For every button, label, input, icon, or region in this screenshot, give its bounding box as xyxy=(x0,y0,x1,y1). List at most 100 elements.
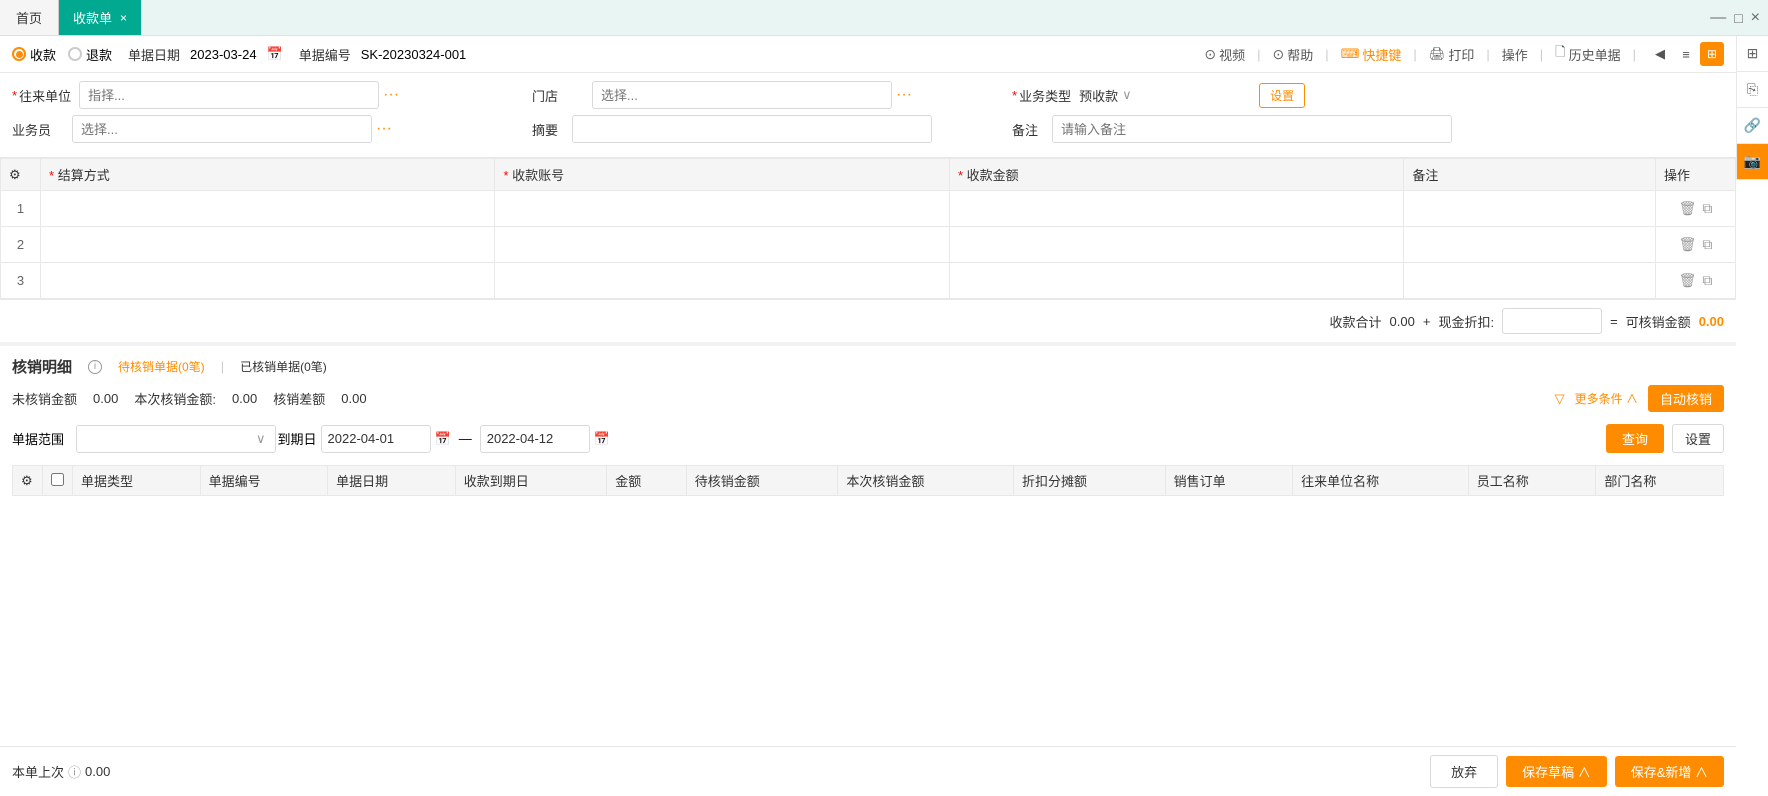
row-2-account[interactable] xyxy=(495,227,949,263)
business-type-select[interactable]: 预收款 ∨ xyxy=(1079,86,1239,105)
row-1-copy-icon[interactable]: ⧉ xyxy=(1702,200,1712,217)
receive-radio[interactable]: 收款 xyxy=(12,45,56,64)
tab-receipt[interactable]: 收款单 × xyxy=(59,0,141,35)
tab-close-icon[interactable]: × xyxy=(120,11,127,25)
counterpart-more-btn[interactable]: ··· xyxy=(383,86,399,104)
calendar-end-icon[interactable]: 📅 xyxy=(594,431,610,447)
summary-input[interactable] xyxy=(572,115,932,143)
salesperson-input[interactable] xyxy=(72,115,372,143)
verify-info-icon[interactable]: i xyxy=(88,360,102,374)
table-settings-icon[interactable]: ⚙ xyxy=(9,167,21,182)
window-close-btn[interactable]: × xyxy=(1751,9,1760,27)
row-1-amount[interactable] xyxy=(949,191,1403,227)
counterpart-input[interactable] xyxy=(79,81,379,109)
print-btn[interactable]: 🖨 打印 xyxy=(1429,45,1475,64)
operation-btn[interactable]: 操作 xyxy=(1502,45,1528,64)
date-range-separator: — xyxy=(459,431,472,446)
table-gear-icon[interactable]: ⚙ xyxy=(21,473,33,488)
settings-button[interactable]: 设置 xyxy=(1259,83,1305,108)
toolbar: 收款 退款 单据日期 2023-03-24 📅 单据编号 SK-20230324… xyxy=(0,36,1736,73)
calendar-start-icon[interactable]: 📅 xyxy=(435,431,451,447)
table-row: 1 🗑 ⧉ xyxy=(1,191,1736,227)
panel-camera-icon[interactable]: 📷 xyxy=(1737,144,1768,180)
business-type-label: 业务类型 xyxy=(1019,86,1079,105)
row-2-settlement[interactable] xyxy=(41,227,495,263)
save-draft-btn[interactable]: 保存草稿 ∧ xyxy=(1506,756,1607,787)
bill-date-field: 单据日期 2023-03-24 📅 xyxy=(128,45,283,64)
save-new-btn[interactable]: 保存&新增 ∧ xyxy=(1615,756,1724,787)
panel-table-icon[interactable]: ⊞ xyxy=(1737,36,1768,72)
panel-link-icon[interactable]: 🔗 xyxy=(1737,108,1768,144)
history-btn[interactable]: 🗋 历史单据 xyxy=(1555,43,1620,65)
shortcut-btn[interactable]: ⌨ 快捷键 xyxy=(1341,45,1402,64)
th-remark: 备注 xyxy=(1404,159,1656,191)
tab-home[interactable]: 首页 xyxy=(0,0,59,35)
remark-input[interactable] xyxy=(1052,115,1452,143)
discard-btn[interactable]: 放弃 xyxy=(1430,755,1498,788)
row-3-amount[interactable] xyxy=(949,263,1403,299)
help-btn[interactable]: ⊙ 帮助 xyxy=(1273,45,1314,64)
grid-icon[interactable]: ⊞ xyxy=(1700,42,1724,66)
panel-copy-icon[interactable]: ⎘ xyxy=(1737,72,1768,108)
pending-tab[interactable]: 待核销单据(0笔) xyxy=(114,356,209,377)
equals-sign: = xyxy=(1610,314,1618,329)
refund-radio[interactable]: 退款 xyxy=(68,45,112,64)
main-content: 收款 退款 单据日期 2023-03-24 📅 单据编号 SK-20230324… xyxy=(0,36,1768,796)
video-icon: ⊙ xyxy=(1204,46,1216,63)
query-btn[interactable]: 查询 xyxy=(1606,424,1664,453)
filter-icon: ▽ xyxy=(1555,391,1565,407)
completed-tab[interactable]: 已核销单据(0笔) xyxy=(236,356,331,377)
row-1-remark[interactable] xyxy=(1404,191,1656,227)
row-2-copy-icon[interactable]: ⧉ xyxy=(1702,236,1712,253)
history-icon: 🗋 xyxy=(1555,43,1565,65)
prev-icon[interactable]: ◀ xyxy=(1648,42,1672,66)
shortcut-label: 快捷键 xyxy=(1362,45,1401,64)
business-type-value: 预收款 xyxy=(1079,86,1118,105)
row-2-delete-icon[interactable]: 🗑 xyxy=(1679,236,1697,253)
bill-no-field: 单据编号 SK-20230324-001 xyxy=(299,45,471,64)
verify-settings-btn[interactable]: 设置 xyxy=(1672,424,1724,453)
verify-title: 核销明细 xyxy=(12,356,72,377)
th-dept-name: 部门名称 xyxy=(1596,466,1724,496)
store-field: 门店 ··· xyxy=(532,81,972,109)
print-icon: 🖨 xyxy=(1429,46,1446,62)
row-3-account[interactable] xyxy=(495,263,949,299)
salesperson-field: 业务员 ··· xyxy=(12,115,492,143)
row-1-account[interactable] xyxy=(495,191,949,227)
video-btn[interactable]: ⊙ 视频 xyxy=(1204,45,1245,64)
row-3-settlement[interactable] xyxy=(41,263,495,299)
footer-value: 0.00 xyxy=(85,764,110,779)
discount-input[interactable] xyxy=(1502,308,1602,334)
footer-info-icon[interactable]: ⓘ xyxy=(68,762,81,781)
range-label: 单据范围 xyxy=(12,429,64,448)
minimize-btn[interactable]: — xyxy=(1710,9,1726,27)
salesperson-more-btn[interactable]: ··· xyxy=(376,120,392,138)
business-type-field: * 业务类型 预收款 ∨ 设置 xyxy=(1012,83,1724,108)
row-3-remark[interactable] xyxy=(1404,263,1656,299)
due-start-input[interactable] xyxy=(321,425,431,453)
refund-label: 退款 xyxy=(86,45,112,64)
row-2-amount[interactable] xyxy=(949,227,1403,263)
auto-verify-btn[interactable]: 自动核销 xyxy=(1648,385,1724,412)
row-1-settlement[interactable] xyxy=(41,191,495,227)
bill-date-calendar-icon[interactable]: 📅 xyxy=(267,46,283,62)
th-settlement: * 结算方式 xyxy=(41,159,495,191)
th-this-amount: 本次核销金额 xyxy=(838,466,1014,496)
row-3-copy-icon[interactable]: ⧉ xyxy=(1702,272,1712,289)
maximize-btn[interactable]: □ xyxy=(1734,10,1742,26)
more-filter-btn[interactable]: 更多条件 ∧ xyxy=(1575,390,1638,407)
row-3-delete-icon[interactable]: 🗑 xyxy=(1679,272,1697,289)
verify-stats: 未核销金额 0.00 本次核销金额: 0.00 核销差额 0.00 ▽ 更多条件… xyxy=(12,385,1724,412)
range-select[interactable] xyxy=(76,425,276,453)
store-input[interactable] xyxy=(592,81,892,109)
list-icon[interactable]: ≡ xyxy=(1674,42,1698,66)
select-all-checkbox[interactable] xyxy=(51,473,64,486)
store-more-btn[interactable]: ··· xyxy=(896,86,912,104)
print-label: 打印 xyxy=(1448,45,1474,64)
due-end-input[interactable] xyxy=(480,425,590,453)
row-1-delete-icon[interactable]: 🗑 xyxy=(1679,200,1697,217)
row-2-remark[interactable] xyxy=(1404,227,1656,263)
this-time-value: 0.00 xyxy=(232,391,257,406)
row-3-action: 🗑 ⧉ xyxy=(1656,263,1736,299)
help-label: 帮助 xyxy=(1287,45,1313,64)
